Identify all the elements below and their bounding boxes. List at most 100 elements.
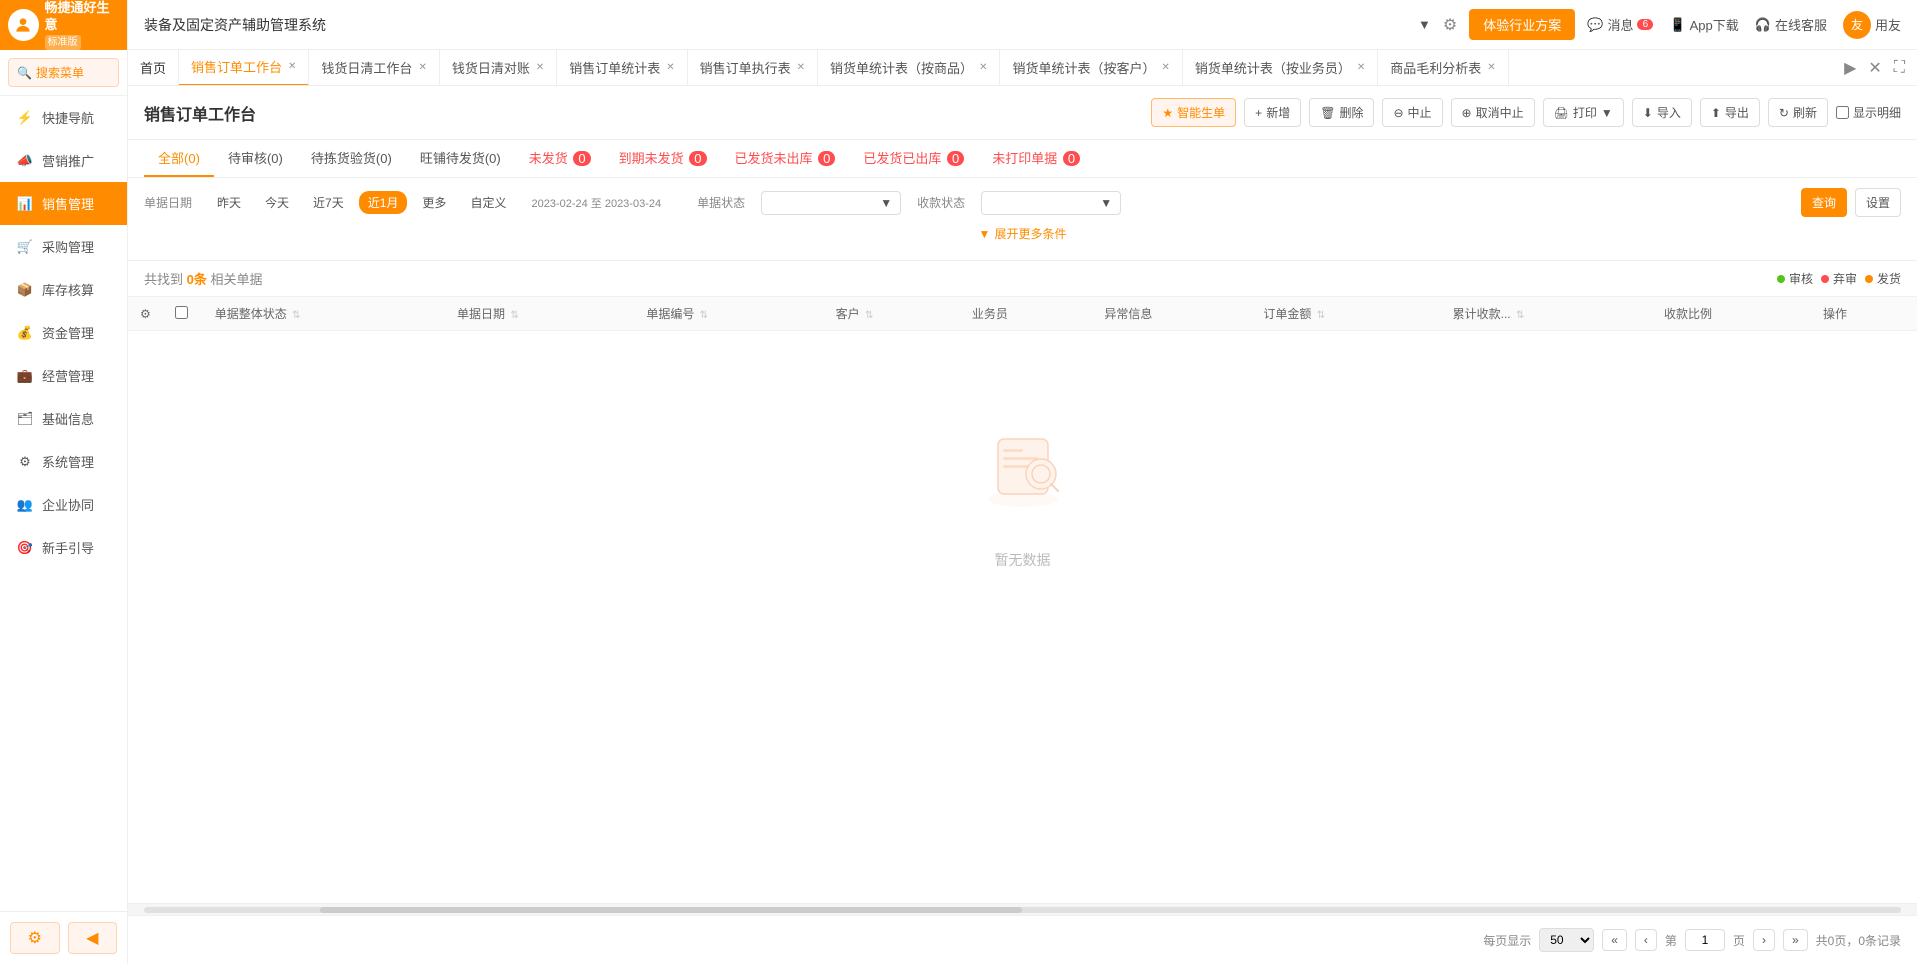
import-button[interactable]: ⬇ 导入 <box>1632 98 1692 127</box>
add-button[interactable]: + 新增 <box>1244 98 1301 127</box>
date-btn-yesterday[interactable]: 昨天 <box>208 191 250 214</box>
online-service-button[interactable]: 🎧 在线客服 <box>1755 15 1827 34</box>
search-menu-button[interactable]: 🔍 搜索菜单 <box>8 58 119 87</box>
tab-close-all-button[interactable]: ✕ <box>1864 54 1885 82</box>
sub-tab-pending-review[interactable]: 待审核(0) <box>214 140 297 177</box>
scrollbar-thumb[interactable] <box>320 907 1023 913</box>
sidebar-item-guide[interactable]: 🎯 新手引导 <box>0 526 127 569</box>
sort-number-icon[interactable]: ⇅ <box>700 310 708 321</box>
sidebar-item-inventory[interactable]: 📦 库存核算 <box>0 268 127 311</box>
show-detail-checkbox[interactable] <box>1836 106 1849 119</box>
sub-tab-overdue[interactable]: 到期未发货 0 <box>605 140 721 177</box>
empty-state: 暂无数据 <box>140 339 1905 650</box>
sidebar-item-system[interactable]: ⚙ 系统管理 <box>0 440 127 483</box>
sidebar-collapse-button[interactable]: ◀ <box>68 922 118 954</box>
payment-select[interactable]: ▼ <box>981 191 1121 215</box>
tab-gross-profit[interactable]: 商品毛利分析表 ✕ <box>1378 50 1508 86</box>
page-input[interactable] <box>1685 929 1725 951</box>
industry-solution-button[interactable]: 体验行业方案 <box>1469 9 1575 40</box>
tab-close-cash-reconcile[interactable]: ✕ <box>536 62 544 73</box>
tab-close-sales-stats[interactable]: ✕ <box>666 62 674 73</box>
tab-summary-product[interactable]: 销货单统计表（按商品） ✕ <box>818 50 1000 86</box>
smart-generate-button[interactable]: ★ 智能生单 <box>1151 98 1236 127</box>
sidebar-item-quick-nav[interactable]: ⚡ 快捷导航 <box>0 96 127 139</box>
sidebar-item-operations[interactable]: 💼 经营管理 <box>0 354 127 397</box>
batch-reject-button[interactable]: 弃审 <box>1821 270 1857 287</box>
sidebar-item-corp[interactable]: 👥 企业协同 <box>0 483 127 526</box>
sort-customer-icon[interactable]: ⇅ <box>865 310 873 321</box>
sub-tab-pending-inspect[interactable]: 待拣货验货(0) <box>297 140 406 177</box>
sort-amount-icon[interactable]: ⇅ <box>1317 310 1325 321</box>
export-button[interactable]: ⬆ 导出 <box>1700 98 1760 127</box>
sidebar-item-sales[interactable]: 📊 销售管理 <box>0 182 127 225</box>
per-page-label: 每页显示 <box>1483 932 1531 949</box>
user-menu[interactable]: 友 用友 <box>1843 11 1901 39</box>
sidebar-item-purchase[interactable]: 🛒 采购管理 <box>0 225 127 268</box>
approve-dot <box>1777 275 1785 283</box>
empty-illustration <box>973 419 1073 538</box>
date-range-display: 2023-02-24 至 2023-03-24 <box>531 195 661 211</box>
date-btn-today[interactable]: 今天 <box>256 191 298 214</box>
sub-tab-all[interactable]: 全部(0) <box>144 140 214 177</box>
sub-tab-wangpu[interactable]: 旺铺待发货(0) <box>406 140 515 177</box>
tab-close-summary-product[interactable]: ✕ <box>979 62 987 73</box>
tab-close-cash-daily[interactable]: ✕ <box>418 62 426 73</box>
first-page-button[interactable]: « <box>1602 929 1627 951</box>
sort-status-icon[interactable]: ⇅ <box>292 310 300 321</box>
date-btn-7days[interactable]: 近7天 <box>304 191 353 214</box>
system-dropdown[interactable]: ▼ <box>1418 17 1431 32</box>
delete-button[interactable]: 🗑 删除 <box>1309 98 1374 127</box>
show-detail-label[interactable]: 显示明细 <box>1836 104 1901 121</box>
sort-collected-icon[interactable]: ⇅ <box>1516 310 1524 321</box>
query-button[interactable]: 查询 <box>1801 188 1847 217</box>
tab-cash-daily[interactable]: 钱货日清工作台 ✕ <box>309 50 439 86</box>
tab-close-gross-profit[interactable]: ✕ <box>1487 62 1495 73</box>
print-button[interactable]: 🖨 打印 ▼ <box>1543 98 1624 127</box>
refresh-button[interactable]: ↻ 刷新 <box>1768 98 1828 127</box>
sub-tab-shipped-not-out[interactable]: 已发货未出库 0 <box>721 140 850 177</box>
sub-tab-unprinted[interactable]: 未打印单据 0 <box>978 140 1094 177</box>
sort-date-icon[interactable]: ⇅ <box>510 310 518 321</box>
th-checkbox[interactable] <box>163 297 203 331</box>
tab-close-sales-exec[interactable]: ✕ <box>797 62 805 73</box>
tab-home[interactable]: 首页 <box>128 50 179 86</box>
date-btn-1month[interactable]: 近1月 <box>359 191 408 214</box>
tab-sales-stats[interactable]: 销售订单统计表 ✕ <box>557 50 687 86</box>
horizontal-scrollbar[interactable] <box>128 903 1917 915</box>
filter-settings-button[interactable]: 设置 <box>1855 188 1901 217</box>
topbar-settings-icon[interactable]: ⚙ <box>1443 15 1457 35</box>
expand-conditions-button[interactable]: ▼ 展开更多条件 <box>979 225 1067 242</box>
sidebar-settings-button[interactable]: ⚙ <box>10 922 60 954</box>
batch-ship-button[interactable]: 发货 <box>1865 270 1901 287</box>
select-all-checkbox[interactable] <box>175 306 188 319</box>
th-settings[interactable]: ⚙ <box>128 297 163 331</box>
tab-sales-exec[interactable]: 销售订单执行表 ✕ <box>688 50 818 86</box>
date-btn-custom[interactable]: 自定义 <box>461 191 515 214</box>
tab-close-summary-staff[interactable]: ✕ <box>1357 62 1365 73</box>
tab-cash-reconcile[interactable]: 钱货日清对账 ✕ <box>440 50 557 86</box>
stop-button[interactable]: ⊖ 中止 <box>1382 98 1442 127</box>
status-select[interactable]: ▼ <box>761 191 901 215</box>
tab-close-sales-workbench[interactable]: ✕ <box>288 61 296 72</box>
sidebar-item-marketing[interactable]: 📣 营销推广 <box>0 139 127 182</box>
last-page-button[interactable]: » <box>1783 929 1808 951</box>
tab-sales-workbench[interactable]: 销售订单工作台 ✕ <box>179 50 309 86</box>
sidebar-bottom: ⚙ ◀ <box>0 911 127 964</box>
sub-tab-unshipped[interactable]: 未发货 0 <box>515 140 605 177</box>
per-page-select[interactable]: 50 100 200 <box>1539 928 1594 952</box>
batch-approve-button[interactable]: 审核 <box>1777 270 1813 287</box>
tab-summary-customer[interactable]: 销货单统计表（按客户） ✕ <box>1000 50 1182 86</box>
tab-summary-staff[interactable]: 销货单统计表（按业务员） ✕ <box>1183 50 1378 86</box>
sidebar-item-base[interactable]: 🗂 基础信息 <box>0 397 127 440</box>
cancel-stop-button[interactable]: ⊕ 取消中止 <box>1451 98 1535 127</box>
date-btn-more[interactable]: 更多 <box>413 191 455 214</box>
tab-scroll-right-button[interactable]: ▶ <box>1840 54 1860 82</box>
sidebar-item-finance[interactable]: 💰 资金管理 <box>0 311 127 354</box>
message-button[interactable]: 💬 消息 6 <box>1587 15 1653 34</box>
tab-fullscreen-button[interactable]: ⛶ <box>1890 55 1909 81</box>
tab-close-summary-customer[interactable]: ✕ <box>1161 62 1169 73</box>
sub-tab-shipped-out[interactable]: 已发货已出库 0 <box>849 140 978 177</box>
prev-page-button[interactable]: ‹ <box>1635 929 1657 951</box>
next-page-button[interactable]: › <box>1753 929 1775 951</box>
app-download-button[interactable]: 📱 App下载 <box>1669 15 1738 34</box>
